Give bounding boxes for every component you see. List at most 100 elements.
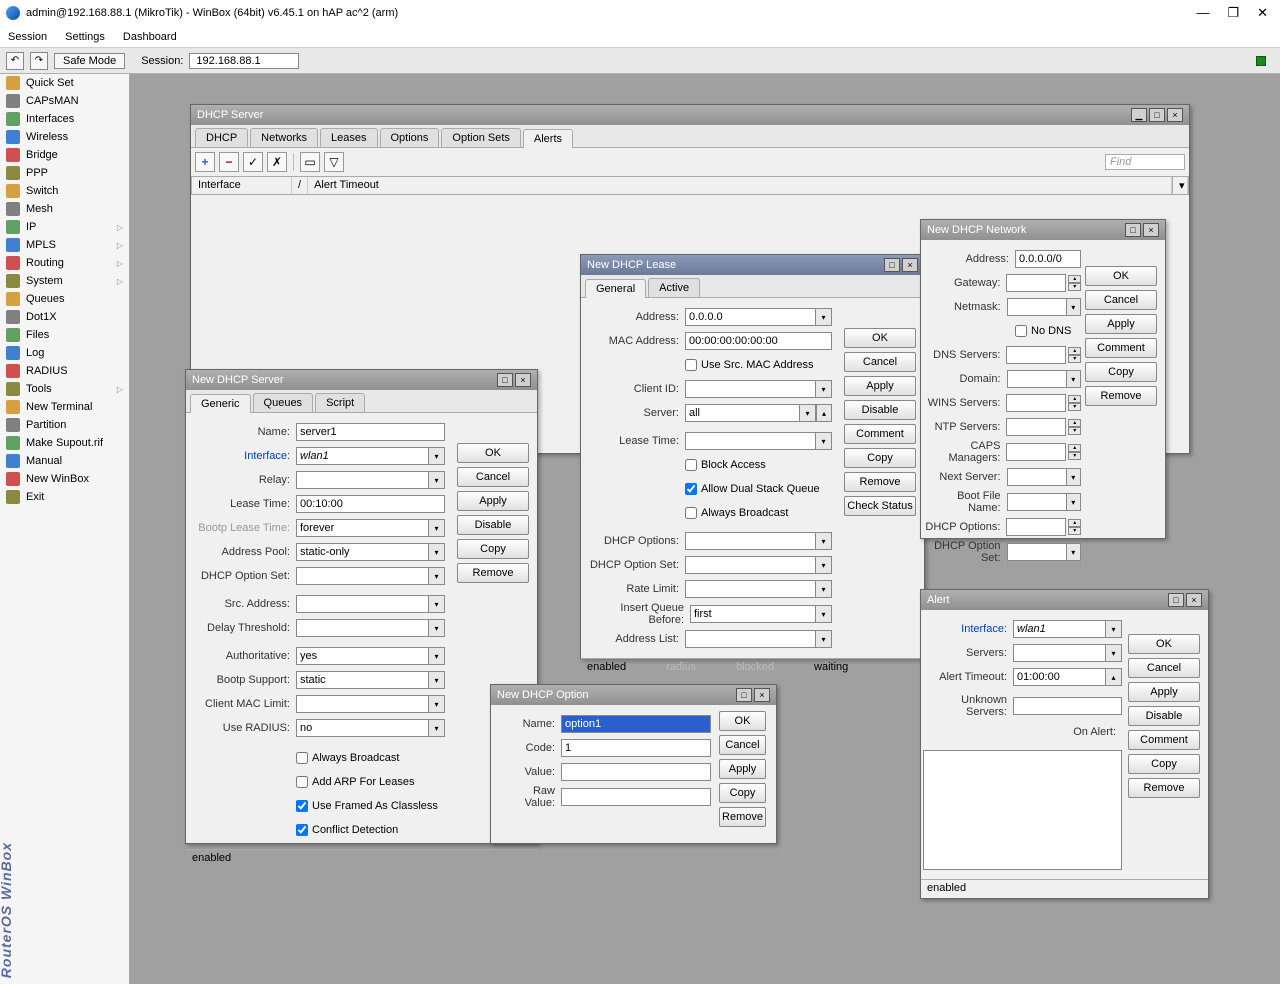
cancel-button[interactable]: Cancel bbox=[1085, 290, 1157, 310]
window-new-dhcp-lease[interactable]: New DHCP Lease □× GeneralActive Address:… bbox=[580, 254, 925, 659]
tab-option-sets[interactable]: Option Sets bbox=[441, 128, 520, 147]
max-icon[interactable]: □ bbox=[884, 258, 900, 272]
option-code-input[interactable] bbox=[561, 739, 711, 757]
dhcp-options-input[interactable] bbox=[1006, 518, 1066, 536]
wins-servers-input[interactable] bbox=[1006, 394, 1066, 412]
tab-queues[interactable]: Queues bbox=[253, 393, 314, 412]
dhcp-options-input[interactable] bbox=[685, 532, 816, 550]
filter-button[interactable]: ▽ bbox=[324, 152, 344, 172]
max-icon[interactable]: □ bbox=[1125, 223, 1141, 237]
ok-button[interactable]: OK bbox=[1085, 266, 1157, 286]
close-icon[interactable]: × bbox=[1143, 223, 1159, 237]
option-raw-value-input[interactable] bbox=[561, 788, 711, 806]
sidebar-item-partition[interactable]: Partition bbox=[0, 416, 129, 434]
server-select[interactable] bbox=[685, 404, 800, 422]
remove-button[interactable]: Remove bbox=[1128, 778, 1200, 798]
disable-button[interactable]: Disable bbox=[1128, 706, 1200, 726]
sidebar-item-exit[interactable]: Exit bbox=[0, 488, 129, 506]
ok-button[interactable]: OK bbox=[1128, 634, 1200, 654]
sidebar-item-make-supout-rif[interactable]: Make Supout.rif bbox=[0, 434, 129, 452]
find-input[interactable]: Find bbox=[1105, 154, 1185, 170]
max-icon[interactable]: □ bbox=[497, 373, 513, 387]
cancel-button[interactable]: Cancel bbox=[719, 735, 766, 755]
bootp-lease-select[interactable] bbox=[296, 519, 429, 537]
sidebar-item-ip[interactable]: IP▷ bbox=[0, 218, 129, 236]
disable-button[interactable]: ✗ bbox=[267, 152, 287, 172]
sidebar-item-dot1x[interactable]: Dot1X bbox=[0, 308, 129, 326]
cancel-button[interactable]: Cancel bbox=[457, 467, 529, 487]
dns-servers-input[interactable] bbox=[1006, 346, 1066, 364]
close-icon[interactable]: × bbox=[1186, 593, 1202, 607]
name-input[interactable] bbox=[296, 423, 445, 441]
apply-button[interactable]: Apply bbox=[457, 491, 529, 511]
close-icon[interactable]: × bbox=[1167, 108, 1183, 122]
apply-button[interactable]: Apply bbox=[719, 759, 766, 779]
address-input[interactable] bbox=[1015, 250, 1081, 268]
insert-queue-select[interactable] bbox=[690, 605, 816, 623]
cancel-button[interactable]: Cancel bbox=[1128, 658, 1200, 678]
menu-settings[interactable]: Settings bbox=[65, 31, 105, 43]
col-alert-timeout[interactable]: Alert Timeout bbox=[308, 177, 1172, 194]
sidebar-item-system[interactable]: System▷ bbox=[0, 272, 129, 290]
lease-time-input[interactable] bbox=[685, 432, 816, 450]
col-interface[interactable]: Interface bbox=[192, 177, 292, 194]
mac-address-input[interactable] bbox=[685, 332, 832, 350]
use-radius-select[interactable] bbox=[296, 719, 429, 737]
tab-script[interactable]: Script bbox=[315, 393, 365, 412]
tab-leases[interactable]: Leases bbox=[320, 128, 377, 147]
sidebar-item-tools[interactable]: Tools▷ bbox=[0, 380, 129, 398]
gateway-input[interactable] bbox=[1006, 274, 1066, 292]
apply-button[interactable]: Apply bbox=[1128, 682, 1200, 702]
lease-time-input[interactable] bbox=[296, 495, 445, 513]
tab-alerts[interactable]: Alerts bbox=[523, 129, 573, 148]
column-dropdown-icon[interactable]: ▾ bbox=[1172, 177, 1188, 194]
window-new-dhcp-network[interactable]: New DHCP Network □× Address: Gateway:▴▾ … bbox=[920, 219, 1166, 539]
caps-managers-input[interactable] bbox=[1006, 443, 1066, 461]
sidebar-item-capsman[interactable]: CAPsMAN bbox=[0, 92, 129, 110]
comment-button[interactable]: Comment bbox=[844, 424, 916, 444]
window-alert[interactable]: Alert □× Interface:▾ Servers:▾ Alert Tim… bbox=[920, 589, 1209, 899]
copy-button[interactable]: Copy bbox=[844, 448, 916, 468]
tab-options[interactable]: Options bbox=[380, 128, 440, 147]
apply-button[interactable]: Apply bbox=[1085, 314, 1157, 334]
remove-button[interactable]: Remove bbox=[1085, 386, 1157, 406]
unknown-servers-input[interactable] bbox=[1013, 697, 1122, 715]
sidebar-item-interfaces[interactable]: Interfaces bbox=[0, 110, 129, 128]
sidebar-item-quick-set[interactable]: Quick Set bbox=[0, 74, 129, 92]
rate-limit-input[interactable] bbox=[685, 580, 816, 598]
apply-button[interactable]: Apply bbox=[844, 376, 916, 396]
add-button[interactable]: + bbox=[195, 152, 215, 172]
option-name-input[interactable] bbox=[561, 715, 711, 733]
copy-button[interactable]: Copy bbox=[719, 783, 766, 803]
remove-button[interactable]: − bbox=[219, 152, 239, 172]
remove-button[interactable]: Remove bbox=[844, 472, 916, 492]
ntp-servers-input[interactable] bbox=[1006, 418, 1066, 436]
max-icon[interactable]: □ bbox=[1168, 593, 1184, 607]
remove-button[interactable]: Remove bbox=[457, 563, 529, 583]
tab-general[interactable]: General bbox=[585, 279, 646, 298]
option-value-input[interactable] bbox=[561, 763, 711, 781]
close-button[interactable]: ✕ bbox=[1257, 5, 1268, 21]
boot-file-input[interactable] bbox=[1007, 493, 1067, 511]
tab-networks[interactable]: Networks bbox=[250, 128, 318, 147]
comment-button[interactable]: Comment bbox=[1128, 730, 1200, 750]
sidebar-item-files[interactable]: Files bbox=[0, 326, 129, 344]
sidebar-item-mpls[interactable]: MPLS▷ bbox=[0, 236, 129, 254]
max-icon[interactable]: □ bbox=[1149, 108, 1165, 122]
ok-button[interactable]: OK bbox=[457, 443, 529, 463]
address-list-input[interactable] bbox=[685, 630, 816, 648]
sidebar-item-ppp[interactable]: PPP bbox=[0, 164, 129, 182]
sidebar-item-queues[interactable]: Queues bbox=[0, 290, 129, 308]
address-input[interactable] bbox=[685, 308, 816, 326]
safe-mode-button[interactable]: Safe Mode bbox=[54, 53, 125, 69]
maximize-button[interactable]: ❐ bbox=[1227, 5, 1239, 21]
close-icon[interactable]: × bbox=[515, 373, 531, 387]
next-server-input[interactable] bbox=[1007, 468, 1067, 486]
close-icon[interactable]: × bbox=[902, 258, 918, 272]
domain-input[interactable] bbox=[1007, 370, 1067, 388]
max-icon[interactable]: □ bbox=[736, 688, 752, 702]
copy-button[interactable]: Copy bbox=[457, 539, 529, 559]
tab-active[interactable]: Active bbox=[648, 278, 700, 297]
interface-select[interactable] bbox=[1013, 620, 1106, 638]
sidebar-item-wireless[interactable]: Wireless bbox=[0, 128, 129, 146]
